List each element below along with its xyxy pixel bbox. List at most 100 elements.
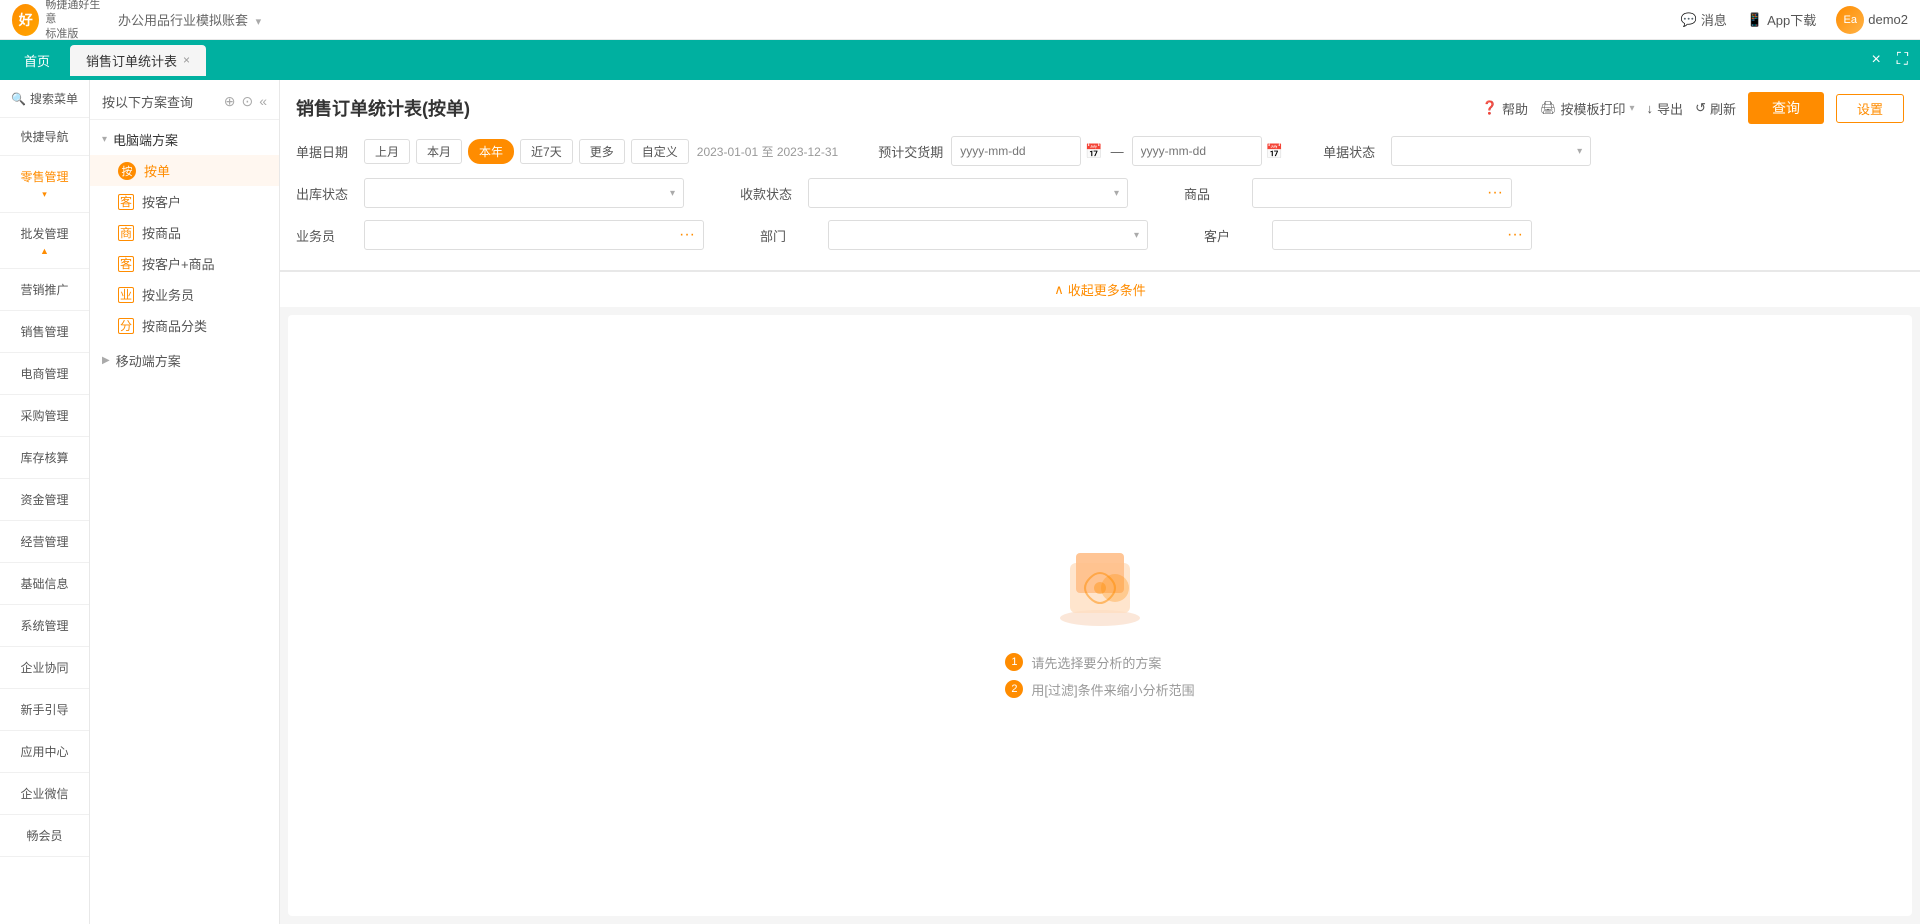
scheme-item-by-category[interactable]: 分 按商品分类 bbox=[90, 310, 279, 341]
help-button[interactable]: ❓ 帮助 bbox=[1482, 99, 1528, 118]
sidebar-item-operations[interactable]: 经营管理 bbox=[0, 521, 89, 563]
main-area: 🔍 搜索菜单 快捷导航 零售管理 ▾ 批发管理 ▲ 营销推广 销售管理 电商管理… bbox=[0, 80, 1920, 924]
scheme-item-by-salesperson[interactable]: 业 按业务员 bbox=[90, 279, 279, 310]
date-label: 单据日期 bbox=[296, 142, 356, 161]
sidebar-item-ecommerce[interactable]: 电商管理 bbox=[0, 353, 89, 395]
sidebar-item-member[interactable]: 畅会员 bbox=[0, 815, 89, 857]
sidebar-item-system[interactable]: 系统管理 bbox=[0, 605, 89, 647]
export-icon: ↓ bbox=[1647, 101, 1654, 116]
customer-label: 客户 bbox=[1204, 226, 1264, 245]
filter-row-1: 单据日期 上月 本月 本年 近7天 更多 自定义 2023-01-01 至 20… bbox=[296, 136, 1904, 166]
product-ellipsis-icon[interactable]: ··· bbox=[1487, 184, 1503, 202]
date-btn-this-month[interactable]: 本月 bbox=[416, 139, 462, 164]
scheme-group-pc: ▾ 电脑端方案 按 按单 客 按客户 商 按商品 客 按客户+商品 bbox=[90, 124, 279, 341]
tip-num-2: 2 bbox=[1005, 680, 1023, 698]
sidebar-search[interactable]: 🔍 搜索菜单 bbox=[0, 80, 89, 118]
sidebar-item-purchase[interactable]: 采购管理 bbox=[0, 395, 89, 437]
content-panel: 按以下方案查询 ⊕ ⊙ « ▾ 电脑端方案 按 按单 客 按客户 bbox=[90, 80, 1920, 924]
delivery-date-start[interactable] bbox=[951, 136, 1081, 166]
salesperson-ellipsis-icon[interactable]: ··· bbox=[679, 226, 695, 244]
calendar-start-icon[interactable]: 📅 bbox=[1085, 143, 1102, 160]
settings-button[interactable]: 设置 bbox=[1836, 94, 1904, 123]
scheme-item-by-product[interactable]: 商 按商品 bbox=[90, 217, 279, 248]
scheme-group-mobile-header[interactable]: ▶ 移动端方案 bbox=[90, 345, 279, 376]
expected-delivery-label: 预计交货期 bbox=[878, 142, 943, 161]
date-btn-custom[interactable]: 自定义 bbox=[631, 139, 689, 164]
download-icon: 📱 bbox=[1747, 12, 1763, 28]
filter-col-department: 部门 ▾ bbox=[760, 220, 1148, 250]
app-download-button[interactable]: 📱 App下载 bbox=[1747, 10, 1816, 29]
department-select[interactable]: ▾ bbox=[828, 220, 1148, 250]
filter-row-2: 出库状态 ▾ 收款状态 ▾ 商品 bbox=[296, 178, 1904, 208]
print-button[interactable]: 🖨 按模板打印 ▾ bbox=[1540, 99, 1635, 118]
window-close-icon[interactable]: × bbox=[1867, 47, 1884, 73]
right-panel-header: 销售订单统计表(按单) ❓ 帮助 🖨 按模板打印 ▾ ↓ bbox=[280, 80, 1920, 271]
window-maximize-icon[interactable]: ⛶ bbox=[1893, 47, 1912, 73]
sidebar-item-inventory[interactable]: 库存核算 bbox=[0, 437, 89, 479]
scheme-item-by-customer[interactable]: 客 按客户 bbox=[90, 186, 279, 217]
tab-close-icon[interactable]: × bbox=[183, 53, 190, 67]
export-button[interactable]: ↓ 导出 bbox=[1647, 99, 1684, 118]
right-panel: 销售订单统计表(按单) ❓ 帮助 🖨 按模板打印 ▾ ↓ bbox=[280, 80, 1920, 924]
sidebar-item-enterprise[interactable]: 企业协同 bbox=[0, 647, 89, 689]
department-arrow: ▾ bbox=[1134, 230, 1139, 241]
filter-row-3: 业务员 ··· 部门 ▾ 客户 bbox=[296, 220, 1904, 250]
sidebar-item-sales[interactable]: 销售管理 bbox=[0, 311, 89, 353]
scheme-panel-header: 按以下方案查询 ⊕ ⊙ « bbox=[90, 88, 279, 120]
sidebar-item-basic[interactable]: 基础信息 bbox=[0, 563, 89, 605]
sidebar-item-finance[interactable]: 资金管理 bbox=[0, 479, 89, 521]
date-btn-last-month[interactable]: 上月 bbox=[364, 139, 410, 164]
delivery-status-select[interactable]: ▾ bbox=[364, 178, 684, 208]
scheme-item-by-customer-product[interactable]: 客 按客户+商品 bbox=[90, 248, 279, 279]
tab-home[interactable]: 首页 bbox=[8, 45, 66, 76]
collapse-button[interactable]: ∧ 收起更多条件 bbox=[1054, 280, 1146, 299]
order-status-arrow: ▾ bbox=[1577, 146, 1582, 157]
scheme-panel: 按以下方案查询 ⊕ ⊙ « ▾ 电脑端方案 按 按单 客 按客户 bbox=[90, 80, 280, 924]
top-bar-actions: 💬 消息 📱 App下载 Ea demo2 bbox=[1681, 6, 1908, 34]
message-button[interactable]: 💬 消息 bbox=[1681, 10, 1727, 29]
empty-tip-1: 1 请先选择要分析的方案 bbox=[1005, 653, 1194, 672]
date-btn-this-year[interactable]: 本年 bbox=[468, 139, 514, 164]
collapse-scheme-icon[interactable]: « bbox=[259, 93, 267, 110]
scheme-item-icon-category: 分 bbox=[118, 318, 134, 334]
sidebar-item-apps[interactable]: 应用中心 bbox=[0, 731, 89, 773]
customer-select[interactable]: ··· bbox=[1272, 220, 1532, 250]
sidebar-item-retail[interactable]: 零售管理 ▾ bbox=[0, 156, 89, 213]
filter-col-product: 商品 ··· bbox=[1184, 178, 1512, 208]
payment-status-select[interactable]: ▾ bbox=[808, 178, 1128, 208]
empty-icon bbox=[1040, 533, 1160, 633]
search-icon: 🔍 bbox=[11, 92, 26, 106]
query-button[interactable]: 查询 bbox=[1748, 92, 1824, 124]
customer-ellipsis-icon[interactable]: ··· bbox=[1507, 226, 1523, 244]
scheme-item-by-order[interactable]: 按 按单 bbox=[90, 155, 279, 186]
date-btn-7days[interactable]: 近7天 bbox=[520, 139, 573, 164]
date-input-start: 📅 bbox=[951, 136, 1102, 166]
scheme-item-icon-customer: 客 bbox=[118, 194, 134, 210]
sidebar-item-guide[interactable]: 新手引导 bbox=[0, 689, 89, 731]
add-scheme-icon[interactable]: ⊕ bbox=[224, 93, 236, 110]
tab-active[interactable]: 销售订单统计表 × bbox=[70, 45, 206, 76]
collapse-icon: ∧ bbox=[1054, 282, 1064, 298]
scheme-group-arrow: ▾ bbox=[102, 134, 107, 145]
sidebar-item-wechat[interactable]: 企业微信 bbox=[0, 773, 89, 815]
salesperson-select[interactable]: ··· bbox=[364, 220, 704, 250]
order-status-select[interactable]: ▾ bbox=[1391, 136, 1591, 166]
scheme-group-pc-header[interactable]: ▾ 电脑端方案 bbox=[90, 124, 279, 155]
date-input-end: 📅 bbox=[1132, 136, 1283, 166]
delivery-date-end[interactable] bbox=[1132, 136, 1262, 166]
collapse-bar[interactable]: ∧ 收起更多条件 bbox=[280, 271, 1920, 307]
sidebar-item-wholesale[interactable]: 批发管理 ▲ bbox=[0, 213, 89, 269]
date-btn-more[interactable]: 更多 bbox=[579, 139, 625, 164]
user-avatar[interactable]: Ea demo2 bbox=[1836, 6, 1908, 34]
print-dropdown-icon: ▾ bbox=[1630, 103, 1635, 114]
date-buttons: 上月 本月 本年 近7天 更多 自定义 bbox=[364, 139, 689, 164]
sidebar-item-marketing[interactable]: 营销推广 bbox=[0, 269, 89, 311]
calendar-end-icon[interactable]: 📅 bbox=[1266, 143, 1283, 160]
empty-state: 1 请先选择要分析的方案 2 用[过滤]条件来缩小分析范围 bbox=[288, 315, 1912, 916]
scheme-item-icon-sales: 业 bbox=[118, 287, 134, 303]
settings-scheme-icon[interactable]: ⊙ bbox=[241, 93, 253, 110]
refresh-button[interactable]: ↺ 刷新 bbox=[1695, 99, 1736, 118]
top-bar: 好 畅捷通好生意 标准版 办公用品行业模拟账套 ▾ 💬 消息 📱 App下载 E… bbox=[0, 0, 1920, 40]
product-select[interactable]: ··· bbox=[1252, 178, 1512, 208]
sidebar-quick-nav[interactable]: 快捷导航 bbox=[0, 118, 89, 156]
